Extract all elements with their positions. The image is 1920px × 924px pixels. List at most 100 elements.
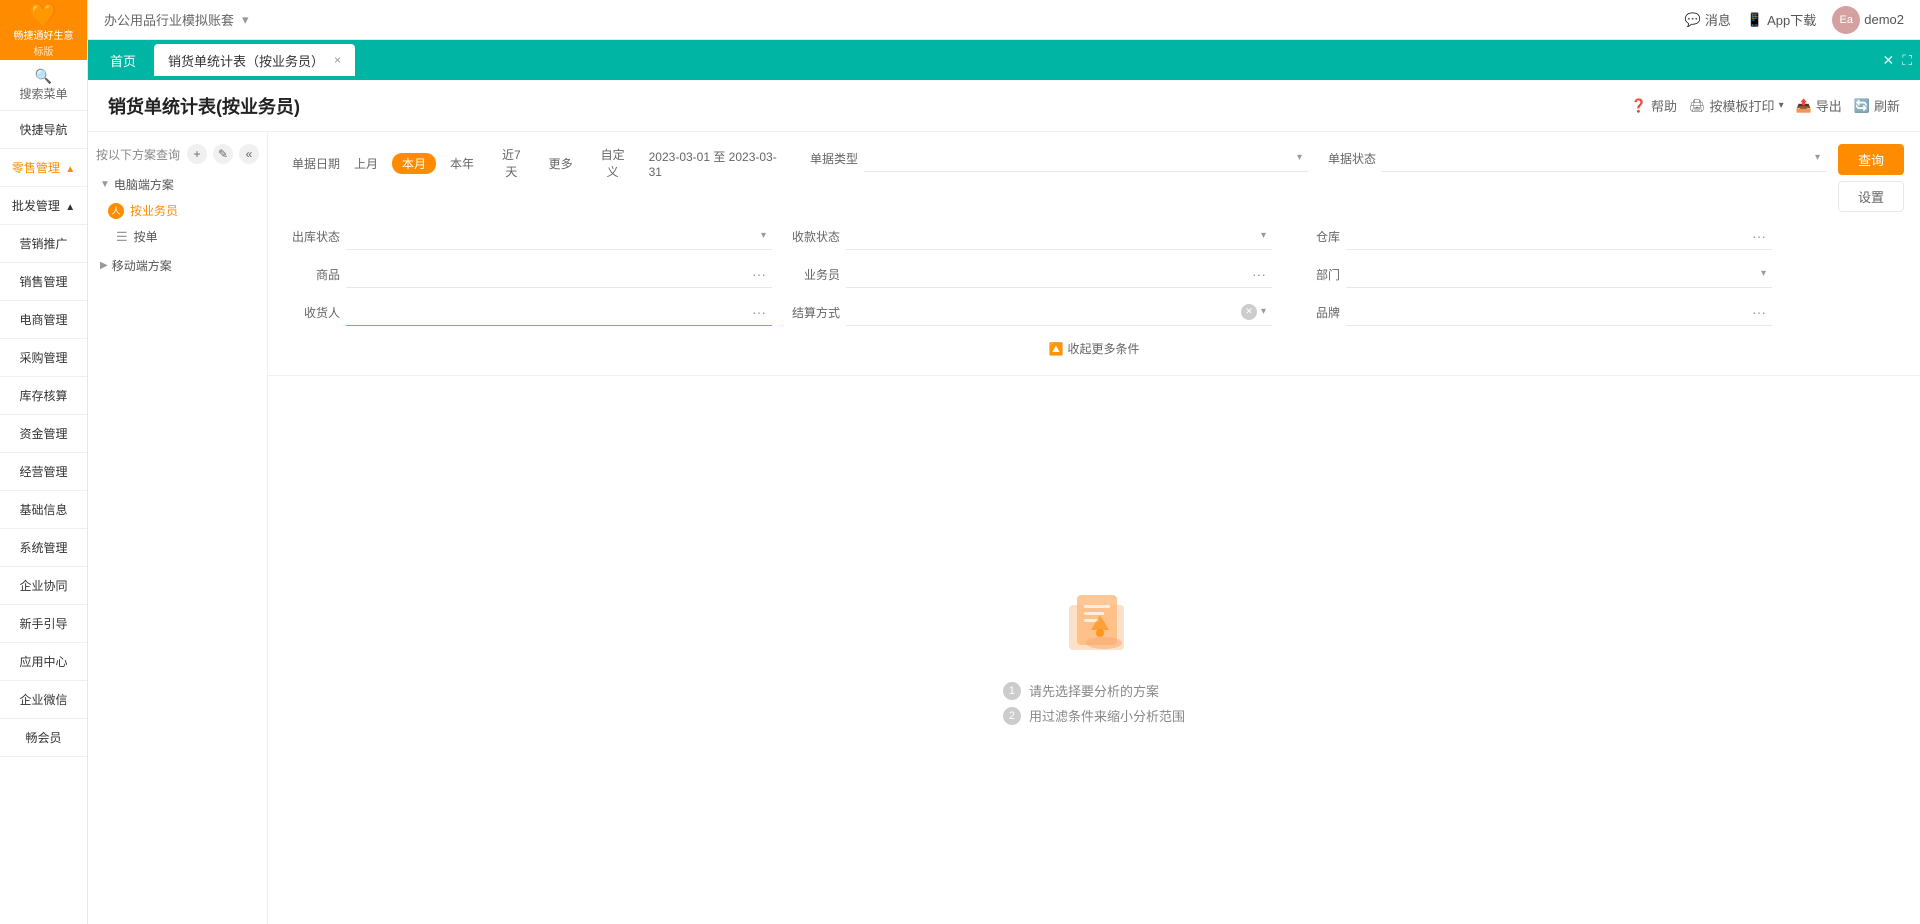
print-dropdown-icon: ▾: [1779, 100, 1784, 111]
refresh-btn[interactable]: 🔄 刷新: [1854, 96, 1900, 115]
sidebar-search[interactable]: 🔍 搜索菜单: [0, 60, 87, 111]
tab-close-all-btn[interactable]: ✕: [1882, 52, 1894, 69]
scheme-order-label: 按单: [134, 228, 158, 245]
sidebar: 🧡 畅捷通好生意 标版 🔍 搜索菜单 快捷导航 零售管理 ▲ 批发管理 ▲ 营销…: [0, 0, 88, 924]
collapse-btn[interactable]: 🔼 收起更多条件: [1041, 338, 1148, 359]
payment-method-arrow: ▾: [1261, 306, 1266, 317]
avatar: Ea: [1832, 6, 1860, 34]
message-label: 消息: [1705, 10, 1731, 29]
download-icon: 📱: [1747, 12, 1763, 28]
mobile-arrow: ▶: [100, 260, 108, 271]
sidebar-item-purchase[interactable]: 采购管理: [0, 339, 87, 377]
message-icon: 💬: [1685, 12, 1701, 28]
scheme-item-salesman[interactable]: 人 按业务员: [96, 197, 259, 224]
edit-scheme-btn[interactable]: ✎: [213, 144, 233, 164]
print-btn[interactable]: 🖨 按模板打印 ▾: [1689, 96, 1784, 115]
goods-field[interactable]: ···: [346, 260, 772, 288]
out-status-arrow: ▾: [761, 230, 766, 241]
more-dates-btn[interactable]: 更多: [541, 153, 581, 174]
sidebar-item-wechat[interactable]: 企业微信: [0, 681, 87, 719]
sidebar-item-retail[interactable]: 零售管理 ▲: [0, 149, 87, 187]
sidebar-item-quick-nav[interactable]: 快捷导航: [0, 111, 87, 149]
query-btn[interactable]: 查询: [1838, 144, 1904, 175]
this-month-btn[interactable]: 本月: [392, 153, 436, 174]
pc-scheme-header[interactable]: ▼ 电脑端方案: [96, 172, 259, 197]
filter-form: 单据日期 上月 本月 本年 近7天 更多 自定义 2023-03-01 至 20…: [268, 132, 1920, 376]
help-btn[interactable]: ❓ 帮助: [1631, 96, 1677, 115]
app-download-btn[interactable]: 📱 App下载: [1747, 10, 1816, 29]
collapse-btn-row: 🔼 收起更多条件: [284, 332, 1904, 367]
app-logo[interactable]: 🧡 畅捷通好生意 标版: [0, 0, 88, 60]
dropdown-icon[interactable]: ▾: [242, 12, 249, 28]
message-btn[interactable]: 💬 消息: [1685, 10, 1731, 29]
sidebar-item-basic[interactable]: 基础信息: [0, 491, 87, 529]
sidebar-item-member[interactable]: 畅会员: [0, 719, 87, 757]
left-panel: 按以下方案查询 + ✎ « ▼ 电脑端方案 人 按业务员: [88, 132, 268, 924]
receiver-field[interactable]: ···: [346, 298, 772, 326]
custom-date-btn[interactable]: 自定义: [587, 144, 639, 182]
payment-status-field[interactable]: ▾: [846, 222, 1272, 250]
add-scheme-btn[interactable]: +: [187, 144, 207, 164]
logo-sub: 标版: [34, 43, 54, 58]
salesman-field[interactable]: ···: [846, 260, 1272, 288]
doc-status-label: 单据状态: [1320, 150, 1376, 167]
sidebar-item-guide[interactable]: 新手引导: [0, 605, 87, 643]
export-btn[interactable]: 📤 导出: [1796, 96, 1842, 115]
tip-num-1: 1: [1003, 682, 1021, 700]
dept-field[interactable]: ▾: [1346, 260, 1772, 288]
page-actions: ❓ 帮助 🖨 按模板打印 ▾ 📤 导出 🔄 刷新: [1631, 96, 1900, 115]
warehouse-field[interactable]: ···: [1346, 222, 1772, 250]
doc-status-field[interactable]: ▾: [1382, 144, 1826, 172]
out-status-field[interactable]: ▾: [346, 222, 772, 250]
warehouse-label: 仓库: [1284, 228, 1340, 245]
page-title: 销货单统计表(按业务员): [108, 93, 300, 119]
tab-active[interactable]: 销货单统计表（按业务员） ×: [154, 44, 355, 76]
tab-close-btn[interactable]: ×: [334, 53, 341, 67]
sidebar-item-marketing[interactable]: 营销推广: [0, 225, 87, 263]
sidebar-item-finance[interactable]: 资金管理: [0, 415, 87, 453]
sidebar-item-inventory[interactable]: 库存核算: [0, 377, 87, 415]
out-status-label: 出库状态: [284, 228, 340, 245]
last-month-btn[interactable]: 上月: [346, 153, 386, 174]
right-form: 单据日期 上月 本月 本年 近7天 更多 自定义 2023-03-01 至 20…: [268, 132, 1920, 924]
payment-status-label: 收款状态: [784, 228, 840, 245]
setting-btn[interactable]: 设置: [1838, 181, 1904, 212]
brand-label: 品牌: [1284, 304, 1340, 321]
sidebar-item-ecommerce[interactable]: 电商管理: [0, 301, 87, 339]
scheme-salesman-label: 按业务员: [130, 202, 178, 219]
action-btns: 查询 设置: [1838, 144, 1904, 212]
receiver-label: 收货人: [284, 304, 340, 321]
doc-type-field[interactable]: ▾: [864, 144, 1308, 172]
refresh-icon: 🔄: [1854, 98, 1870, 114]
tab-bar: 首页 销货单统计表（按业务员） × ✕ ⛶: [88, 40, 1920, 80]
pc-scheme-label: 电脑端方案: [114, 176, 174, 193]
sidebar-item-system[interactable]: 系统管理: [0, 529, 87, 567]
mobile-scheme[interactable]: ▶ 移动端方案: [96, 253, 259, 278]
payment-method-label: 结算方式: [784, 304, 840, 321]
user-profile-btn[interactable]: Ea demo2: [1832, 6, 1904, 34]
this-year-btn[interactable]: 本年: [442, 153, 482, 174]
empty-tip-2: 2 用过滤条件来缩小分析范围: [1003, 706, 1185, 725]
tab-fullscreen-btn[interactable]: ⛶: [1902, 52, 1912, 69]
date-filter: 上月 本月 本年 近7天 更多 自定义: [346, 144, 639, 182]
content-body: 按以下方案查询 + ✎ « ▼ 电脑端方案 人 按业务员: [88, 132, 1920, 924]
page-title-bar: 销货单统计表(按业务员) ❓ 帮助 🖨 按模板打印 ▾ 📤 导出 🔄 刷新: [88, 80, 1920, 132]
tab-home[interactable]: 首页: [96, 44, 150, 76]
receiver-dots: ···: [752, 304, 766, 320]
sidebar-item-wholesale[interactable]: 批发管理 ▲: [0, 187, 87, 225]
collapse-panel-btn[interactable]: «: [239, 144, 259, 164]
brand-field[interactable]: ···: [1346, 298, 1772, 326]
doc-type-arrow: ▾: [1297, 152, 1302, 163]
header-right: 💬 消息 📱 App下载 Ea demo2: [1685, 6, 1904, 34]
page-content: 销货单统计表(按业务员) ❓ 帮助 🖨 按模板打印 ▾ 📤 导出 🔄 刷新: [88, 80, 1920, 924]
scheme-sub-item-order[interactable]: ☰ 按单: [96, 224, 259, 249]
last7days-btn[interactable]: 近7天: [488, 144, 535, 182]
sidebar-item-sales[interactable]: 销售管理: [0, 263, 87, 301]
sidebar-item-operations[interactable]: 经营管理: [0, 453, 87, 491]
payment-method-field[interactable]: ✕ ▾: [846, 298, 1272, 326]
payment-method-clear-btn[interactable]: ✕: [1241, 304, 1257, 320]
tab-home-label: 首页: [110, 51, 136, 70]
print-icon: 🖨: [1689, 98, 1706, 114]
sidebar-item-enterprise[interactable]: 企业协同: [0, 567, 87, 605]
sidebar-item-apps[interactable]: 应用中心: [0, 643, 87, 681]
